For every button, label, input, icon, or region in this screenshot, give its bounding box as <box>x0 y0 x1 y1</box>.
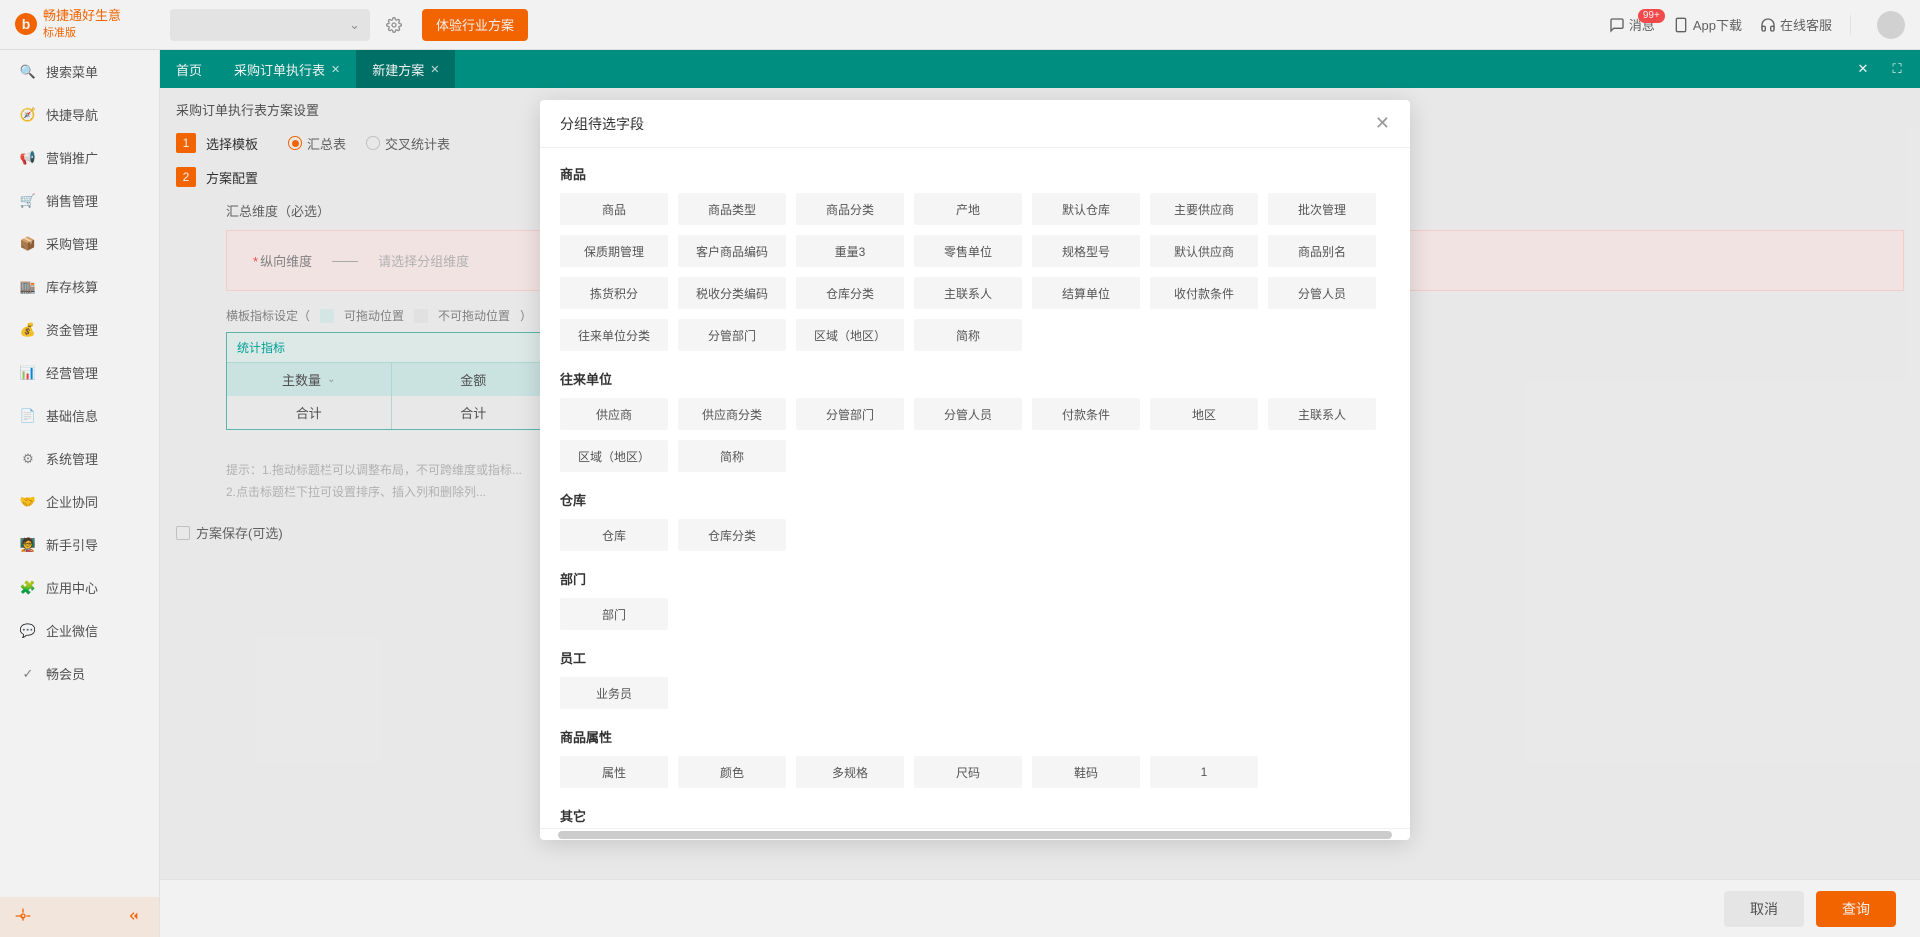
field-chip[interactable]: 税收分类编码 <box>678 277 786 309</box>
modal-body[interactable]: 商品商品商品类型商品分类产地默认仓库主要供应商批次管理保质期管理客户商品编码重量… <box>540 148 1410 828</box>
field-chip[interactable]: 仓库 <box>560 519 668 551</box>
field-chip[interactable]: 零售单位 <box>914 235 1022 267</box>
field-chip[interactable]: 商品分类 <box>796 193 904 225</box>
field-chip[interactable]: 分管人员 <box>914 398 1022 430</box>
field-group-title: 员工 <box>560 648 1390 667</box>
field-group-title: 部门 <box>560 569 1390 588</box>
field-chip[interactable]: 拣货积分 <box>560 277 668 309</box>
field-chip[interactable]: 属性 <box>560 756 668 788</box>
field-chip[interactable]: 仓库分类 <box>796 277 904 309</box>
field-group: 其它 <box>560 806 1390 828</box>
field-group: 商品商品商品类型商品分类产地默认仓库主要供应商批次管理保质期管理客户商品编码重量… <box>560 164 1390 351</box>
field-chip[interactable]: 供应商分类 <box>678 398 786 430</box>
field-chip[interactable]: 供应商 <box>560 398 668 430</box>
field-chip[interactable]: 地区 <box>1150 398 1258 430</box>
field-chip[interactable]: 尺码 <box>914 756 1022 788</box>
field-chip[interactable]: 商品别名 <box>1268 235 1376 267</box>
field-chip[interactable]: 客户商品编码 <box>678 235 786 267</box>
field-chip[interactable]: 重量3 <box>796 235 904 267</box>
field-chip[interactable]: 往来单位分类 <box>560 319 668 351</box>
field-chip[interactable]: 主要供应商 <box>1150 193 1258 225</box>
field-group-title: 往来单位 <box>560 369 1390 388</box>
chip-row: 供应商供应商分类分管部门分管人员付款条件地区主联系人区域（地区） 简称 <box>560 398 1390 472</box>
field-chip[interactable]: 主联系人 <box>1268 398 1376 430</box>
chip-row: 业务员 <box>560 677 1390 709</box>
field-group: 员工业务员 <box>560 648 1390 709</box>
field-chip[interactable]: 商品类型 <box>678 193 786 225</box>
field-chip[interactable]: 批次管理 <box>1268 193 1376 225</box>
field-chip[interactable]: 鞋码 <box>1032 756 1140 788</box>
modal-horizontal-scrollbar[interactable] <box>540 828 1410 840</box>
field-group: 部门部门 <box>560 569 1390 630</box>
modal-title: 分组待选字段 <box>560 114 644 134</box>
field-chip[interactable]: 默认仓库 <box>1032 193 1140 225</box>
field-selector-modal: 分组待选字段 ✕ 商品商品商品类型商品分类产地默认仓库主要供应商批次管理保质期管… <box>540 100 1410 840</box>
field-group: 商品属性属性颜色多规格尺码鞋码 1 <box>560 727 1390 788</box>
field-chip[interactable]: 区域（地区） <box>796 319 904 351</box>
field-group-title: 商品属性 <box>560 727 1390 746</box>
field-chip[interactable]: 默认供应商 <box>1150 235 1258 267</box>
field-group-title: 其它 <box>560 806 1390 825</box>
field-chip[interactable]: 分管部门 <box>796 398 904 430</box>
field-chip[interactable]: 收付款条件 <box>1150 277 1258 309</box>
field-chip[interactable]: 保质期管理 <box>560 235 668 267</box>
field-chip[interactable]: 简称 <box>914 319 1022 351</box>
field-chip[interactable]: 主联系人 <box>914 277 1022 309</box>
field-chip[interactable]: 区域（地区） <box>560 440 668 472</box>
field-chip[interactable]: 商品 <box>560 193 668 225</box>
chip-row: 商品商品类型商品分类产地默认仓库主要供应商批次管理保质期管理客户商品编码重量3 零… <box>560 193 1390 351</box>
field-chip[interactable]: 产地 <box>914 193 1022 225</box>
modal-close-button[interactable]: ✕ <box>1375 113 1390 134</box>
field-chip[interactable]: 1 <box>1150 756 1258 788</box>
field-chip[interactable]: 业务员 <box>560 677 668 709</box>
field-chip[interactable]: 部门 <box>560 598 668 630</box>
chip-row: 属性颜色多规格尺码鞋码 1 <box>560 756 1390 788</box>
field-chip[interactable]: 分管人员 <box>1268 277 1376 309</box>
field-chip[interactable]: 付款条件 <box>1032 398 1140 430</box>
field-chip[interactable]: 颜色 <box>678 756 786 788</box>
chip-row: 仓库仓库分类 <box>560 519 1390 551</box>
field-chip[interactable]: 结算单位 <box>1032 277 1140 309</box>
field-group: 仓库仓库仓库分类 <box>560 490 1390 551</box>
field-chip[interactable]: 简称 <box>678 440 786 472</box>
field-chip[interactable]: 规格型号 <box>1032 235 1140 267</box>
field-group-title: 仓库 <box>560 490 1390 509</box>
chip-row: 部门 <box>560 598 1390 630</box>
field-chip[interactable]: 分管部门 <box>678 319 786 351</box>
field-chip[interactable]: 多规格 <box>796 756 904 788</box>
field-group: 往来单位供应商供应商分类分管部门分管人员付款条件地区主联系人区域（地区） 简称 <box>560 369 1390 472</box>
modal-header: 分组待选字段 ✕ <box>540 100 1410 148</box>
field-chip[interactable]: 仓库分类 <box>678 519 786 551</box>
field-group-title: 商品 <box>560 164 1390 183</box>
